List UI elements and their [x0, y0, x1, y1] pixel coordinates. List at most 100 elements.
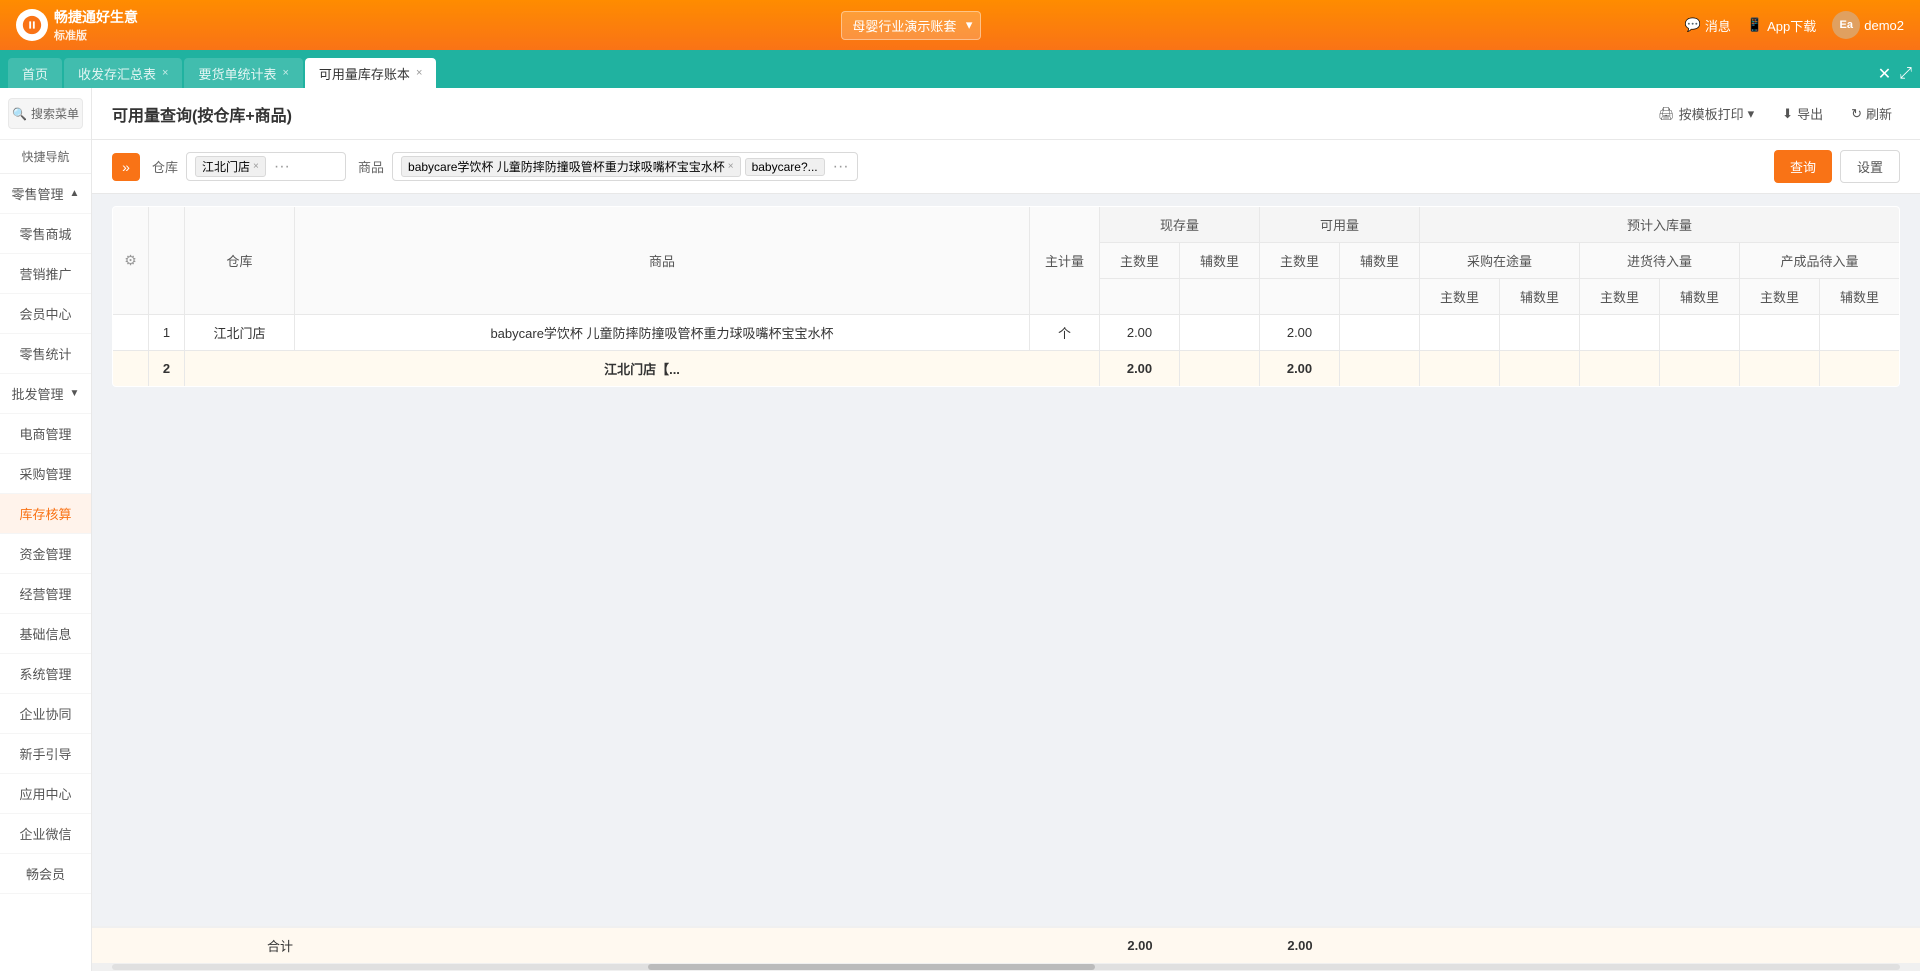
marketing-label: 营销推广 — [19, 264, 71, 283]
refresh-btn[interactable]: ↻ 刷新 — [1843, 100, 1900, 127]
top-bar-right: 💬 消息 📱 App下载 Ea demo2 — [1685, 11, 1904, 39]
row1-settings — [113, 315, 149, 351]
sidebar-item-inventory-mgmt[interactable]: 库存核算 — [0, 494, 91, 534]
user-menu[interactable]: Ea demo2 — [1832, 11, 1904, 39]
print-template-btn[interactable]: 🖨 按模板打印 ▾ — [1650, 100, 1762, 127]
sidebar-item-retail-mgmt[interactable]: 零售管理 ▲ — [0, 174, 91, 214]
product-tag1: babycare学饮杯 儿童防摔防撞吸管杯重力球吸嘴杯宝宝水杯 × — [401, 156, 741, 177]
industry-selector-container[interactable]: 母婴行业演示账套 — [150, 11, 1673, 40]
sidebar-item-retail-stats[interactable]: 零售统计 — [0, 334, 91, 374]
sidebar-item-marketing[interactable]: 营销推广 — [0, 254, 91, 294]
footer-prodp-main — [1740, 938, 1820, 953]
sidebar-item-finance-mgmt[interactable]: 资金管理 — [0, 534, 91, 574]
av-m — [1260, 279, 1340, 315]
horizontal-scrollbar[interactable] — [92, 963, 1920, 971]
ecommerce-mgmt-label: 电商管理 — [19, 424, 71, 443]
tab-order-stats-close[interactable]: × — [282, 67, 288, 79]
phone-icon: 📱 — [1747, 17, 1763, 33]
tab-receipt-summary[interactable]: 收发存汇总表 × — [64, 58, 182, 88]
app-download-label: App下载 — [1767, 16, 1816, 35]
avatar: Ea — [1832, 11, 1860, 39]
table-row-1: 1 江北门店 babycare学饮杯 儿童防摔防撞吸管杯重力球吸嘴杯宝宝水杯 个… — [113, 315, 1900, 351]
warehouse-more-btn[interactable]: ··· — [274, 158, 290, 176]
pt-main: 主数里 — [1420, 279, 1500, 315]
settings-icon[interactable]: ⚙ — [124, 252, 137, 268]
product-more-btn[interactable]: ··· — [833, 158, 849, 176]
purchase-mgmt-label: 采购管理 — [19, 464, 71, 483]
sidebar-item-enterprise-collab[interactable]: 企业协同 — [0, 694, 91, 734]
row1-pp-main — [1580, 315, 1660, 351]
enterprise-wechat-label: 企业微信 — [19, 824, 71, 843]
settings-btn[interactable]: 设置 — [1840, 150, 1900, 183]
product-filter-group: 商品 babycare学饮杯 儿童防摔防撞吸管杯重力球吸嘴杯宝宝水杯 × bab… — [358, 152, 858, 181]
app-download-btn[interactable]: 📱 App下载 — [1747, 16, 1816, 35]
subtotal-pt-main — [1420, 351, 1500, 387]
subtotal-prodp-main — [1740, 351, 1820, 387]
window-expand-icon[interactable]: ⤢ — [1899, 65, 1912, 83]
sidebar-item-purchase-mgmt[interactable]: 采购管理 — [0, 454, 91, 494]
tab-available-inventory-close[interactable]: × — [416, 67, 422, 79]
window-close-icon[interactable]: ✕ — [1878, 64, 1891, 84]
sidebar-item-basic-info[interactable]: 基础信息 — [0, 614, 91, 654]
sidebar-item-retail-mall[interactable]: 零售商城 — [0, 214, 91, 254]
tab-order-stats[interactable]: 要货单统计表 × — [184, 58, 302, 88]
current-main-qty-header: 主数里 — [1100, 243, 1180, 279]
row1-current-main: 2.00 — [1100, 315, 1180, 351]
tab-home-label: 首页 — [22, 64, 48, 83]
warehouse-tag-close[interactable]: × — [253, 161, 259, 172]
retail-stats-label: 零售统计 — [19, 344, 71, 363]
subtotal-pp-main — [1580, 351, 1660, 387]
refresh-label: 刷新 — [1866, 104, 1892, 123]
industry-selector[interactable]: 母婴行业演示账套 — [841, 11, 981, 40]
sidebar-item-vip-member[interactable]: 畅会员 — [0, 854, 91, 894]
filter-toggle-btn[interactable]: » — [112, 153, 140, 181]
tab-home[interactable]: 首页 — [8, 58, 62, 88]
warehouse-filter-label: 仓库 — [152, 157, 178, 176]
subtotal-pp-aux — [1660, 351, 1740, 387]
scrollbar-thumb[interactable] — [648, 964, 1095, 970]
product-filter-label: 商品 — [358, 157, 384, 176]
subtotal-available-aux — [1340, 351, 1420, 387]
quick-nav-btn[interactable]: 快捷导航 — [0, 140, 91, 174]
product-tag1-close[interactable]: × — [728, 161, 734, 172]
warehouse-filter-group: 仓库 江北门店 × ··· — [152, 152, 346, 181]
footer-available-main: 2.00 — [1260, 938, 1340, 953]
sidebar-item-ecommerce-mgmt[interactable]: 电商管理 — [0, 414, 91, 454]
sidebar-item-new-guide[interactable]: 新手引导 — [0, 734, 91, 774]
subtotal-label: 江北门店【... — [185, 351, 1100, 387]
av-a — [1340, 279, 1420, 315]
row1-current-aux — [1180, 315, 1260, 351]
purchase-transit-header: 采购在途量 — [1420, 243, 1580, 279]
col-settings-header: ⚙ — [113, 207, 149, 315]
production-pending-header: 产成品待入量 — [1740, 243, 1900, 279]
sidebar-search[interactable]: 🔍 搜索菜单 — [0, 88, 91, 140]
sidebar-item-app-center[interactable]: 应用中心 — [0, 774, 91, 814]
export-btn[interactable]: ⬇ 导出 — [1774, 100, 1831, 127]
tab-available-inventory[interactable]: 可用量库存账本 × — [305, 58, 436, 88]
footer-pp-aux — [1660, 938, 1740, 953]
sidebar-item-system-mgmt[interactable]: 系统管理 — [0, 654, 91, 694]
tab-receipt-summary-label: 收发存汇总表 — [78, 64, 156, 83]
message-icon: 💬 — [1685, 17, 1701, 33]
sidebar-item-member-center[interactable]: 会员中心 — [0, 294, 91, 334]
tab-bar-right: ✕ ⤢ — [1878, 64, 1912, 88]
product-tag-container[interactable]: babycare学饮杯 儿童防摔防撞吸管杯重力球吸嘴杯宝宝水杯 × babyca… — [392, 152, 858, 181]
query-btn[interactable]: 查询 — [1774, 150, 1832, 183]
row1-unit: 个 — [1030, 315, 1100, 351]
row1-pt-aux — [1500, 315, 1580, 351]
warehouse-tag-container[interactable]: 江北门店 × ··· — [186, 152, 346, 181]
message-btn[interactable]: 💬 消息 — [1685, 16, 1731, 35]
sidebar-item-business-mgmt[interactable]: 经营管理 — [0, 574, 91, 614]
sidebar-item-wholesale-mgmt[interactable]: 批发管理 ▼ — [0, 374, 91, 414]
tab-receipt-summary-close[interactable]: × — [162, 67, 168, 79]
current-aux-qty-header: 辅数里 — [1180, 243, 1260, 279]
filter-area: » 仓库 江北门店 × ··· 商品 babycare学饮杯 儿童防摔防撞吸管杯… — [92, 140, 1920, 194]
sidebar-item-enterprise-wechat[interactable]: 企业微信 — [0, 814, 91, 854]
sidebar: 🔍 搜索菜单 快捷导航 零售管理 ▲ 零售商城 营销推广 会员中心 零售统计 批… — [0, 88, 92, 971]
data-table: ⚙ 仓库 商品 主计量 现存量 可用量 预计入库量 主数里 辅数里 主数里 — [112, 206, 1900, 387]
row1-available-aux — [1340, 315, 1420, 351]
tab-bar: 首页 收发存汇总表 × 要货单统计表 × 可用量库存账本 × ✕ ⤢ — [0, 50, 1920, 88]
search-menu-btn[interactable]: 🔍 搜索菜单 — [8, 98, 83, 129]
prodp-main: 主数里 — [1740, 279, 1820, 315]
search-menu-label: 搜索菜单 — [31, 105, 79, 122]
